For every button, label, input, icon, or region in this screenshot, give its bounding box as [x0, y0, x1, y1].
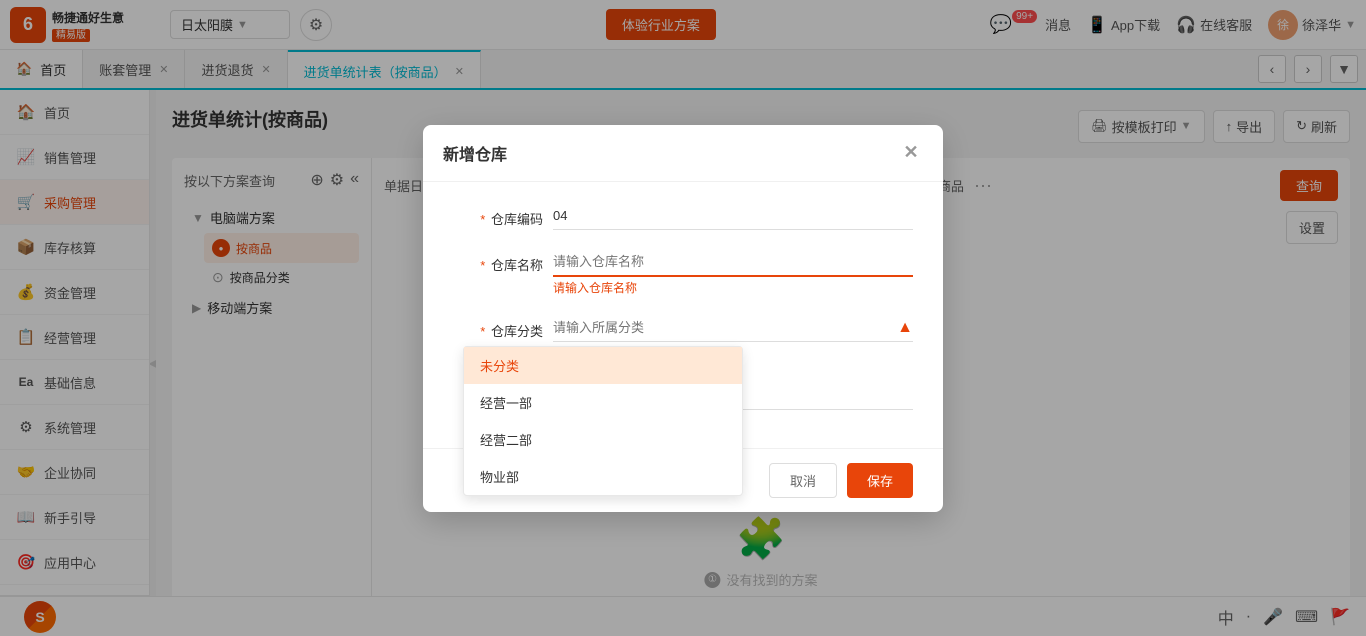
warehouse-name-input[interactable] — [553, 248, 913, 277]
dropdown-item-dept1[interactable]: 经营一部 — [464, 384, 742, 421]
modal-title: 新增仓库 — [443, 141, 507, 165]
select-arrow-up-icon[interactable]: ▲ — [897, 319, 913, 337]
add-warehouse-modal: 新增仓库 ✕ * 仓库编码 * 仓库名称 — [423, 125, 943, 512]
name-field-row: * 仓库名称 请输入仓库名称 — [453, 248, 913, 296]
modal-close-button[interactable]: ✕ — [899, 141, 923, 165]
save-button[interactable]: 保存 — [847, 463, 913, 498]
name-error-msg: 请输入仓库名称 — [553, 279, 913, 296]
cancel-button[interactable]: 取消 — [769, 463, 837, 498]
modal-overlay[interactable]: 新增仓库 ✕ * 仓库编码 * 仓库名称 — [0, 0, 1366, 636]
code-field-row: * 仓库编码 — [453, 202, 913, 230]
dropdown-item-uncategorized[interactable]: 未分类 — [464, 347, 742, 384]
category-field-row: * 仓库分类 ▲ 未分类 经营一部 经营二部 物业部 — [453, 314, 913, 342]
category-dropdown: 未分类 经营一部 经营二部 物业部 — [463, 346, 743, 496]
dropdown-item-dept2[interactable]: 经营二部 — [464, 421, 742, 458]
warehouse-category-input[interactable] — [553, 314, 913, 342]
warehouse-code-input[interactable] — [553, 202, 913, 230]
dropdown-item-dept3[interactable]: 物业部 — [464, 458, 742, 495]
